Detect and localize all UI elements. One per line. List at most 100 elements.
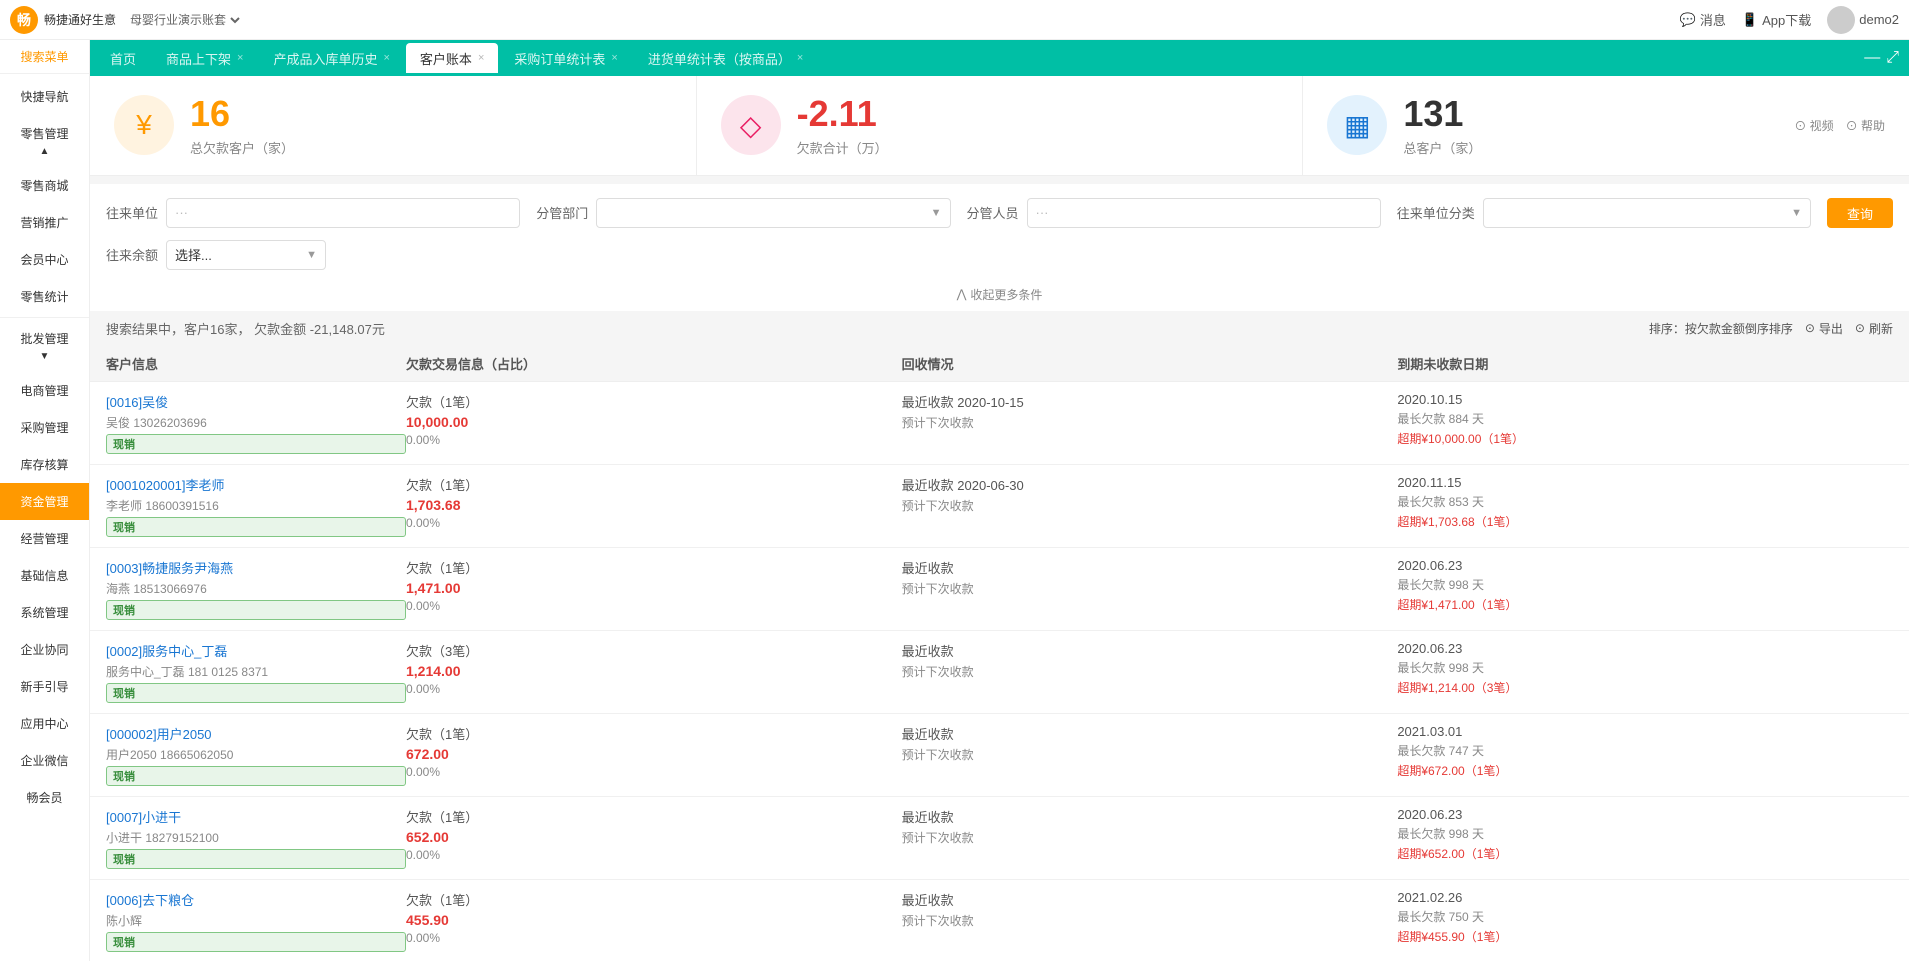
tab-kehu[interactable]: 客户账本 × [406, 43, 498, 73]
customer-tag-3: 现销 [106, 683, 406, 703]
result-summary: 搜索结果中，客户16家， 欠款金额 -21,148.07元 [106, 319, 385, 338]
sidebar-item-jingying[interactable]: 经营管理 [0, 520, 89, 557]
collapse-btn[interactable]: ⋀ 收起更多条件 [957, 286, 1043, 303]
customer-name-0[interactable]: [0016]吴俊 [106, 392, 406, 411]
next-payment-2: 预计下次收款 [902, 580, 1398, 597]
customer-name-5[interactable]: [0007]小进干 [106, 807, 406, 826]
tab-chan[interactable]: 产成品入库单历史 × [259, 43, 403, 73]
video-btn[interactable]: ⊙ 视频 [1794, 117, 1833, 134]
help-btn[interactable]: ⊙ 帮助 [1846, 117, 1885, 134]
customer-name-2[interactable]: [0003]畅捷服务尹海燕 [106, 558, 406, 577]
filter-input-person[interactable]: ··· [1027, 198, 1381, 228]
overdue-amount-0[interactable]: 超期¥10,000.00（1笔） [1397, 430, 1893, 447]
store-select[interactable]: 母婴行业演示账套 [126, 12, 243, 28]
tab-jinhuo-close[interactable]: × [797, 52, 803, 64]
sidebar-item-chang[interactable]: 畅会员 [0, 779, 89, 816]
user-avatar-area[interactable]: demo2 [1827, 6, 1899, 34]
customer-phone-2: 海燕 18513066976 [106, 580, 406, 597]
sidebar-item-qiye[interactable]: 企业协同 [0, 631, 89, 668]
customer-name-3[interactable]: [0002]服务中心_丁磊 [106, 641, 406, 660]
overdue-info-4: 2021.03.01 最长欠款 747 天 超期¥672.00（1笔） [1397, 724, 1893, 786]
card-icon-1: ¥ [114, 95, 174, 155]
overdue-amount-4[interactable]: 超期¥672.00（1笔） [1397, 762, 1893, 779]
sidebar-item-huiyuan[interactable]: 会员中心 [0, 241, 89, 278]
overdue-info-1: 2020.11.15 最长欠款 853 天 超期¥1,703.68（1笔） [1397, 475, 1893, 537]
sidebar-item-kuaijie[interactable]: 快捷导航 [0, 78, 89, 115]
sidebar: 搜索菜单 快捷导航 零售管理 ▲ 零售商城 营销推广 会员中心 [0, 40, 90, 961]
sidebar-item-yingxiao[interactable]: 营销推广 [0, 204, 89, 241]
debt-ratio-6: 0.00% [406, 931, 902, 945]
filter-select-balance[interactable]: 选择... ▼ [166, 240, 326, 270]
table-row: [0016]吴俊 吴俊 13026203696 现销 欠款（1笔） 10,000… [90, 382, 1909, 465]
customer-name-6[interactable]: [0006]去下粮仓 [106, 890, 406, 909]
logo-icon: 畅 [10, 6, 38, 34]
jichu-label: 基础信息 [20, 567, 68, 584]
customer-info-3: [0002]服务中心_丁磊 服务中心_丁磊 181 0125 8371 现销 [106, 641, 406, 703]
sidebar-item-pifa[interactable]: 批发管理 ▼ [0, 320, 89, 372]
overdue-date-3: 2020.06.23 [1397, 641, 1893, 656]
tab-caigou-close[interactable]: × [611, 52, 617, 64]
overdue-amount-6[interactable]: 超期¥455.90（1笔） [1397, 928, 1893, 945]
sidebar-item-xinshou[interactable]: 新手引导 [0, 668, 89, 705]
overdue-days-3: 最长欠款 998 天 [1397, 659, 1893, 676]
tab-jinhuo[interactable]: 进货单统计表（按商品） × [634, 43, 817, 73]
overdue-amount-1[interactable]: 超期¥1,703.68（1笔） [1397, 513, 1893, 530]
sidebar-item-dianshang[interactable]: 电商管理 [0, 372, 89, 409]
tab-maximize-icon[interactable]: ⤢ [1886, 49, 1899, 67]
filter-item-unit: 往来单位 ··· [106, 198, 520, 228]
overdue-date-4: 2021.03.01 [1397, 724, 1893, 739]
sidebar-item-caigou[interactable]: 采购管理 [0, 409, 89, 446]
table-wrapper: 客户信息 欠款交易信息（占比） 回收情况 到期未收款日期 [0016]吴俊 吴俊… [90, 346, 1909, 961]
sidebar-item-yingyong[interactable]: 应用中心 [0, 705, 89, 742]
search-button[interactable]: 查询 [1827, 198, 1893, 228]
sidebar-item-lingshang[interactable]: 零售商城 [0, 167, 89, 204]
sidebar-item-jichu[interactable]: 基础信息 [0, 557, 89, 594]
sidebar-item-qiyewei[interactable]: 企业微信 [0, 742, 89, 779]
debt-ratio-3: 0.00% [406, 682, 902, 696]
sidebar-search[interactable]: 搜索菜单 [0, 40, 89, 74]
customer-name-4[interactable]: [000002]用户2050 [106, 724, 406, 743]
next-payment-0: 预计下次收款 [902, 414, 1398, 431]
sidebar-item-lingshoutj[interactable]: 零售统计 [0, 278, 89, 315]
customer-name-1[interactable]: [0001020001]李老师 [106, 475, 406, 494]
tab-shangpin[interactable]: 商品上下架 × [152, 43, 257, 73]
overdue-days-6: 最长欠款 750 天 [1397, 908, 1893, 925]
tab-kehu-close[interactable]: × [478, 52, 484, 64]
sidebar-item-lingshouguan[interactable]: 零售管理 ▲ [0, 115, 89, 167]
top-bar-left: 畅 畅捷通好生意 母婴行业演示账套 [10, 6, 243, 34]
filter-select-dept[interactable]: ▼ [596, 198, 950, 228]
customer-phone-1: 李老师 18600391516 [106, 497, 406, 514]
yingxiao-label: 营销推广 [20, 214, 68, 231]
app-wrapper: 畅 畅捷通好生意 母婴行业演示账套 💬 消息 📱 App下载 demo2 [0, 0, 1909, 961]
export-btn[interactable]: ⊙ 导出 [1805, 320, 1843, 337]
filter-dept-arrow: ▼ [931, 207, 942, 219]
sidebar-item-zijin[interactable]: 资金管理 [0, 483, 89, 520]
tab-home[interactable]: 首页 [96, 43, 150, 73]
filter-input-unit[interactable]: ··· [166, 198, 520, 228]
tab-caigou[interactable]: 采购订单统计表 × [500, 43, 631, 73]
tab-chan-close[interactable]: × [383, 52, 389, 64]
app-download-btn[interactable]: 📱 App下载 [1742, 10, 1811, 29]
debt-ratio-0: 0.00% [406, 433, 902, 447]
sidebar-item-xitong[interactable]: 系统管理 [0, 594, 89, 631]
filter-select-category[interactable]: ▼ [1483, 198, 1811, 228]
next-payment-3: 预计下次收款 [902, 663, 1398, 680]
lingshouguan-arrow: ▲ [40, 146, 50, 157]
recent-payment-1: 最近收款 2020-06-30 [902, 475, 1398, 494]
collapse-icon: ⋀ [957, 287, 967, 301]
tab-minimize-icon[interactable]: — [1864, 49, 1880, 67]
table-row: [0002]服务中心_丁磊 服务中心_丁磊 181 0125 8371 现销 欠… [90, 631, 1909, 714]
tab-shangpin-close[interactable]: × [237, 52, 243, 64]
overdue-days-2: 最长欠款 998 天 [1397, 576, 1893, 593]
jingying-label: 经营管理 [20, 530, 68, 547]
filter-item-person: 分管人员 ··· [967, 198, 1381, 228]
debt-ratio-1: 0.00% [406, 516, 902, 530]
overdue-amount-3[interactable]: 超期¥1,214.00（3笔） [1397, 679, 1893, 696]
tab-bar: 首页 商品上下架 × 产成品入库单历史 × 客户账本 × 采购订单统计表 × [90, 40, 1909, 76]
overdue-amount-2[interactable]: 超期¥1,471.00（1笔） [1397, 596, 1893, 613]
refresh-btn[interactable]: ⊙ 刷新 [1855, 320, 1893, 337]
overdue-amount-5[interactable]: 超期¥652.00（1笔） [1397, 845, 1893, 862]
sidebar-item-kucun[interactable]: 库存核算 [0, 446, 89, 483]
message-btn[interactable]: 💬 消息 [1680, 10, 1726, 29]
debt-ratio-4: 0.00% [406, 765, 902, 779]
